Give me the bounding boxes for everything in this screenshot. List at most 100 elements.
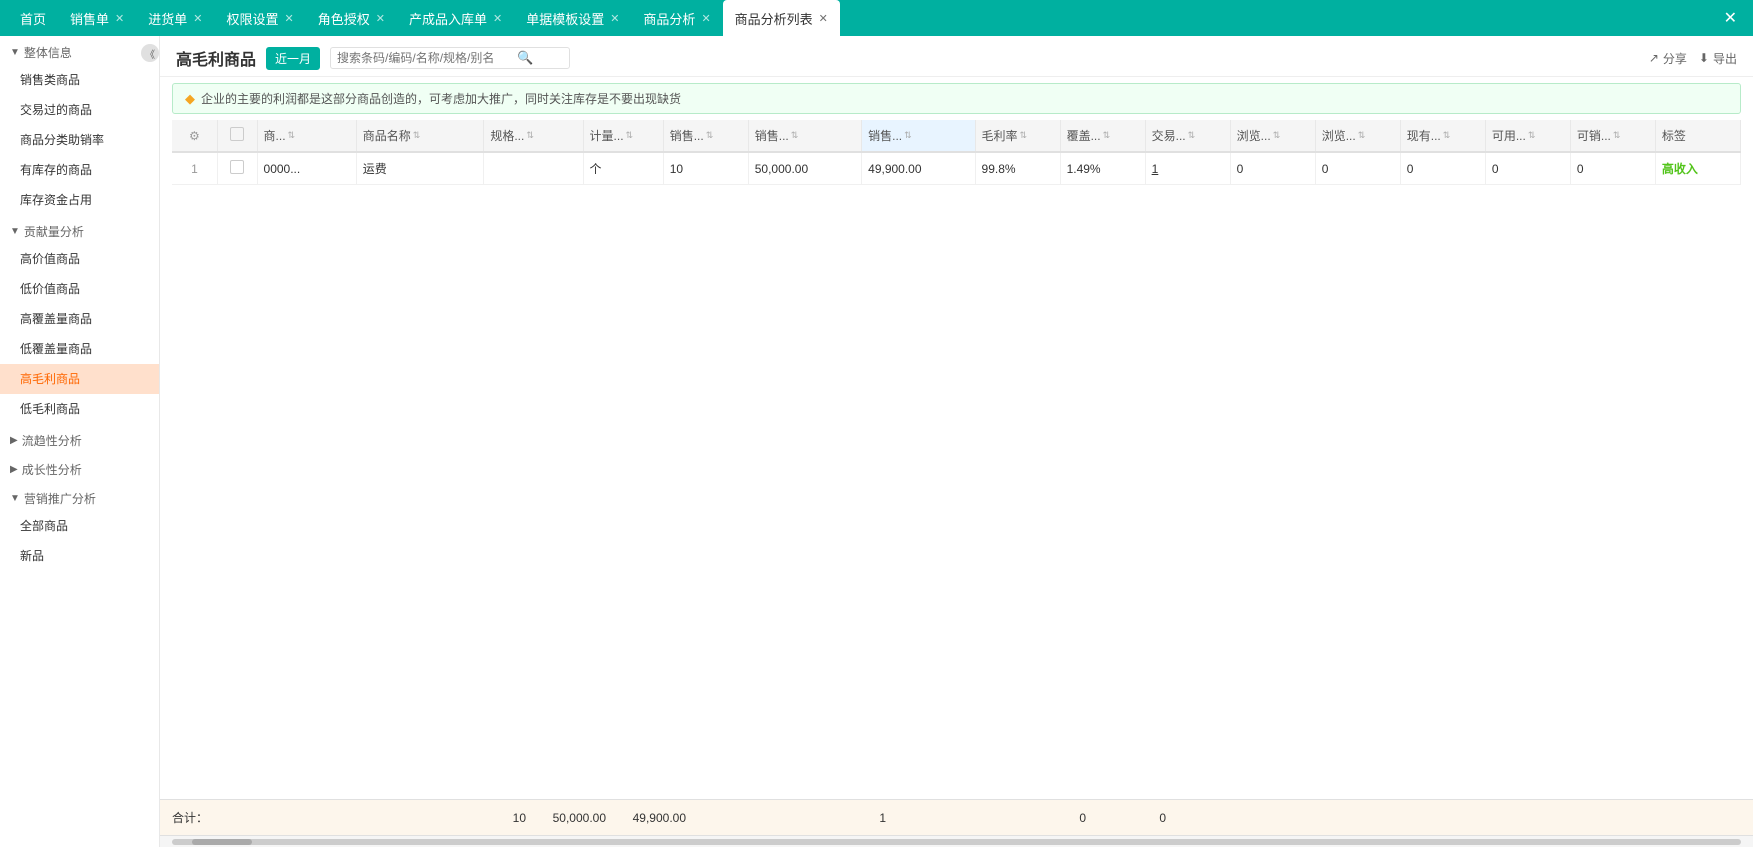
- tab-home[interactable]: 首页: [8, 0, 58, 36]
- th-sell[interactable]: 可销... ⇅: [1570, 120, 1655, 152]
- cell-browse2: 0: [1315, 152, 1400, 185]
- share-btn[interactable]: ↗ 分享: [1649, 50, 1687, 67]
- sidebar-group-overall[interactable]: ▼ 整体信息: [0, 36, 159, 65]
- close-sales-tab[interactable]: ✕: [115, 12, 124, 25]
- th-check[interactable]: [217, 120, 257, 152]
- sort-icon-trade: ⇅: [1188, 130, 1196, 141]
- th-browse2[interactable]: 浏览... ⇅: [1315, 120, 1400, 152]
- sidebar-item-traded-goods[interactable]: 交易过的商品: [0, 95, 159, 125]
- sidebar-item-all-goods[interactable]: 全部商品: [0, 511, 159, 541]
- info-icon: ◆: [185, 91, 195, 107]
- tab-purchase[interactable]: 进货单 ✕: [136, 0, 214, 36]
- footer-stock: 0: [1012, 811, 1092, 825]
- close-product-analysis-tab[interactable]: ✕: [701, 12, 710, 25]
- close-product-analysis-list-tab[interactable]: ✕: [819, 12, 828, 25]
- tab-product-analysis[interactable]: 商品分析 ✕: [631, 0, 722, 36]
- sort-icon-browse1: ⇅: [1273, 130, 1281, 141]
- sidebar-group-marketing[interactable]: ▼ 营销推广分析: [0, 482, 159, 511]
- sort-icon-sales-qty: ⇅: [706, 130, 714, 141]
- cell-sales-cost: 49,900.00: [862, 152, 975, 185]
- th-stock[interactable]: 现有... ⇅: [1400, 120, 1485, 152]
- close-permission-tab[interactable]: ✕: [285, 12, 294, 25]
- th-cover[interactable]: 覆盖... ⇅: [1060, 120, 1145, 152]
- footer-label: 合计：: [172, 809, 252, 826]
- th-sales-amt[interactable]: 销售... ⇅: [748, 120, 861, 152]
- search-icon[interactable]: 🔍: [517, 50, 533, 66]
- tab-product-analysis-list[interactable]: 商品分析列表 ✕: [723, 0, 840, 36]
- sort-icon-spec: ⇅: [526, 130, 534, 141]
- cell-unit: 个: [583, 152, 663, 185]
- sidebar-item-stocked-goods[interactable]: 有库存的商品: [0, 155, 159, 185]
- share-icon: ↗: [1649, 51, 1659, 65]
- table-row: 1 0000... 运费 个 10 50,000.00 49,900.00 99…: [172, 152, 1741, 185]
- tab-finished-goods[interactable]: 产成品入库单 ✕: [397, 0, 514, 36]
- sidebar-item-new-goods[interactable]: 新品: [0, 541, 159, 571]
- close-role-tab[interactable]: ✕: [376, 12, 385, 25]
- close-purchase-tab[interactable]: ✕: [193, 12, 202, 25]
- cell-sell: 0: [1570, 152, 1655, 185]
- sidebar-item-sales-goods[interactable]: 销售类商品: [0, 65, 159, 95]
- th-spec[interactable]: 规格... ⇅: [484, 120, 583, 152]
- tab-role[interactable]: 角色授权 ✕: [306, 0, 397, 36]
- tab-sales[interactable]: 销售单 ✕: [58, 0, 136, 36]
- close-template-tab[interactable]: ✕: [610, 12, 619, 25]
- sidebar-group-growth[interactable]: ▶ 成长性分析: [0, 453, 159, 482]
- scroll-bar-track[interactable]: [172, 839, 1741, 845]
- select-all-checkbox[interactable]: [230, 127, 244, 141]
- row-checkbox[interactable]: [230, 160, 244, 174]
- sidebar-item-high-margin[interactable]: 高毛利商品: [0, 364, 159, 394]
- sort-icon-unit: ⇅: [626, 130, 634, 141]
- cell-trade[interactable]: 1: [1145, 152, 1230, 185]
- th-browse1[interactable]: 浏览... ⇅: [1230, 120, 1315, 152]
- info-banner: ◆ 企业的主要的利润都是这部分商品创造的，可考虑加大推广，同时关注库存是不要出现…: [172, 83, 1741, 114]
- cell-sales-amt: 50,000.00: [748, 152, 861, 185]
- th-gross-rate[interactable]: 毛利率 ⇅: [975, 120, 1060, 152]
- th-sales-cost[interactable]: 销售... ⇅: [862, 120, 975, 152]
- tab-template[interactable]: 单据模板设置 ✕: [514, 0, 631, 36]
- chevron-right-icon-2: ▶: [10, 464, 18, 475]
- th-settings[interactable]: ⚙: [172, 120, 217, 152]
- sidebar-group-flow[interactable]: ▶ 流趋性分析: [0, 424, 159, 453]
- page-title: 高毛利商品: [176, 46, 256, 70]
- tab-permission[interactable]: 权限设置 ✕: [214, 0, 305, 36]
- sort-icon-gross-rate: ⇅: [1020, 130, 1028, 141]
- trade-link[interactable]: 1: [1152, 162, 1159, 176]
- search-input[interactable]: [337, 51, 517, 65]
- nav-close-all[interactable]: ✕: [1716, 8, 1745, 28]
- search-box: 🔍: [330, 47, 570, 69]
- sidebar-collapse-btn[interactable]: 《: [141, 44, 159, 62]
- cell-browse1: 0: [1230, 152, 1315, 185]
- cell-stock: 0: [1400, 152, 1485, 185]
- filter-recent-month-btn[interactable]: 近一月: [266, 47, 320, 70]
- cell-check[interactable]: [217, 152, 257, 185]
- sidebar-item-stock-capital[interactable]: 库存资金占用: [0, 185, 159, 215]
- th-sales-qty[interactable]: 销售... ⇅: [663, 120, 748, 152]
- top-nav: 首页 销售单 ✕ 进货单 ✕ 权限设置 ✕ 角色授权 ✕ 产成品入库单 ✕ 单据…: [0, 0, 1753, 36]
- th-name[interactable]: 商品名称 ⇅: [356, 120, 484, 152]
- th-trade[interactable]: 交易... ⇅: [1145, 120, 1230, 152]
- th-unit[interactable]: 计量... ⇅: [583, 120, 663, 152]
- th-code[interactable]: 商... ⇅: [257, 120, 356, 152]
- footer-empty-2: [692, 811, 812, 825]
- footer-avail: 0: [1092, 811, 1172, 825]
- th-tag[interactable]: 标签: [1655, 120, 1740, 152]
- cell-num: 1: [172, 152, 217, 185]
- sidebar-item-high-value[interactable]: 高价值商品: [0, 244, 159, 274]
- export-btn[interactable]: ⬇ 导出: [1699, 50, 1737, 67]
- sidebar-item-low-margin[interactable]: 低毛利商品: [0, 394, 159, 424]
- cell-code: 0000...: [257, 152, 356, 185]
- th-avail[interactable]: 可用... ⇅: [1485, 120, 1570, 152]
- sidebar-item-category-assist[interactable]: 商品分类助销率: [0, 125, 159, 155]
- cell-spec: [484, 152, 583, 185]
- cell-avail: 0: [1485, 152, 1570, 185]
- scroll-thumb[interactable]: [192, 839, 252, 845]
- table-wrapper: ⚙ 商... ⇅ 商品名称: [172, 120, 1741, 799]
- sidebar-item-low-cover[interactable]: 低覆盖量商品: [0, 334, 159, 364]
- sidebar-item-low-value[interactable]: 低价值商品: [0, 274, 159, 304]
- sidebar-item-high-cover[interactable]: 高覆盖量商品: [0, 304, 159, 334]
- sort-icon-sell: ⇅: [1613, 130, 1621, 141]
- chevron-down-icon-2: ▼: [10, 226, 20, 237]
- close-finished-goods-tab[interactable]: ✕: [493, 12, 502, 25]
- table-header-row: ⚙ 商... ⇅ 商品名称: [172, 120, 1741, 152]
- sidebar-group-contribution[interactable]: ▼ 贡献量分析: [0, 215, 159, 244]
